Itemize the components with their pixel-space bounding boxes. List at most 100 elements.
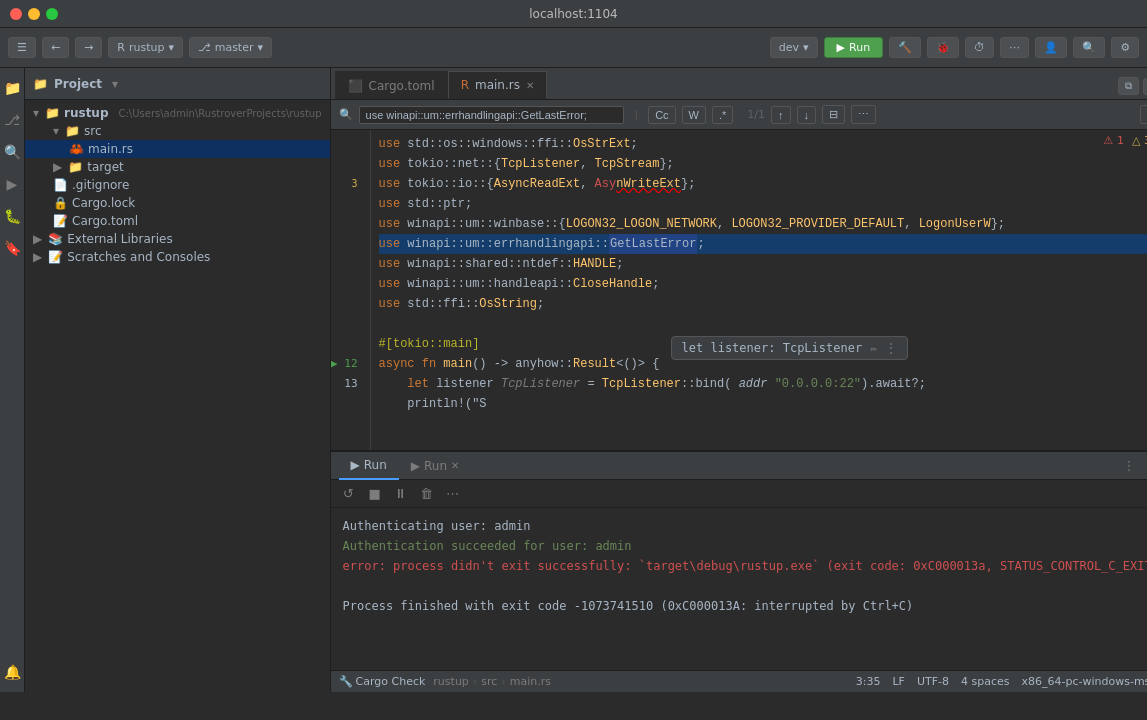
indent[interactable]: 4 spaces (961, 675, 1010, 688)
next-result-button[interactable]: ↓ (797, 106, 817, 124)
gutter-line-11 (331, 334, 364, 354)
project-selector[interactable]: R rustup ▾ (108, 37, 183, 58)
notification-icon[interactable]: 🔔 (0, 660, 24, 684)
panel-more-button[interactable]: ⋮ (1119, 456, 1139, 476)
tab2-close[interactable]: ✕ (451, 460, 459, 471)
position-label: 3:35 (856, 675, 881, 688)
more-button[interactable]: ⋯ (1000, 37, 1029, 58)
search-word-button[interactable]: W (682, 106, 706, 124)
more-run-options[interactable]: ⋯ (443, 484, 463, 504)
run-icon[interactable]: ▶ (0, 172, 24, 196)
settings-button[interactable]: ⚙ (1111, 37, 1139, 58)
forward-button[interactable]: → (75, 37, 102, 58)
maximize-button[interactable] (46, 8, 58, 20)
indent-label: 4 spaces (961, 675, 1010, 688)
breadcrumb-src[interactable]: src (481, 675, 497, 688)
output-line-5: Process finished with exit code -1073741… (343, 596, 1147, 616)
tree-item-mainrs[interactable]: 🦀 main.rs (25, 140, 330, 158)
commit-icon[interactable]: ⎇ (0, 108, 24, 132)
bottom-tab-run1[interactable]: ▶ Run (339, 452, 399, 480)
line-ending[interactable]: LF (892, 675, 904, 688)
breadcrumb: rustup › src › main.rs (433, 675, 551, 688)
minimize-button[interactable] (28, 8, 40, 20)
expand-icon: ▾ (33, 106, 39, 120)
filter-button[interactable]: ⊟ (822, 105, 845, 124)
tree-item-rustup[interactable]: ▾ 📁 rustup C:\Users\admin\RustroverProje… (25, 104, 330, 122)
platform[interactable]: x86_64-pc-windows-msvc (1022, 675, 1148, 688)
find-icon[interactable]: 🔍 (0, 140, 24, 164)
hamburger-menu[interactable]: ☰ (8, 37, 36, 58)
search-input[interactable] (359, 106, 625, 124)
pause-button[interactable]: ⏸ (391, 484, 411, 504)
platform-label: x86_64-pc-windows-msvc (1022, 675, 1148, 688)
project-panel-chevron[interactable]: ▾ (112, 77, 118, 91)
code-editor[interactable]: 3 ▶ 12 13 use std::os::windows::ffi::OsS… (331, 130, 1147, 450)
search-button[interactable]: 🔍 (1073, 37, 1105, 58)
project-icon[interactable]: 📁 (0, 76, 24, 100)
run-tab-label: Run (364, 458, 387, 472)
stop-button[interactable]: ■ (365, 484, 385, 504)
prev-result-button[interactable]: ↑ (771, 106, 791, 124)
tree-item-external-libs[interactable]: ▶ 📚 External Libraries (25, 230, 330, 248)
cursor-position[interactable]: 3:35 (856, 675, 881, 688)
code-line-13: let listener TcpListener = TcpListener::… (379, 374, 1147, 394)
breadcrumb-rustup[interactable]: rustup (433, 675, 469, 688)
tree-item-cargotoml[interactable]: 📝 Cargo.toml (25, 212, 330, 230)
tree-item-cargolock[interactable]: 🔒 Cargo.lock (25, 194, 330, 212)
more-options-button[interactable]: ⋯ (851, 105, 876, 124)
edit-tooltip-icon[interactable]: ✏ (870, 341, 877, 355)
build-button[interactable]: 🔨 (889, 37, 921, 58)
panel-hide-button[interactable]: ─ (1143, 456, 1147, 476)
tree-item-target[interactable]: ▶ 📁 target (25, 158, 330, 176)
code-line-8: use winapi::um::handleapi::CloseHandle; (379, 274, 1147, 294)
bookmark-icon[interactable]: 🔖 (0, 236, 24, 260)
search-icon: 🔍 (339, 108, 353, 121)
breadcrumb-mainrs[interactable]: main.rs (510, 675, 551, 688)
error-badge: ⚠ 1 △ 3 (1104, 134, 1147, 147)
project-chevron: ▾ (168, 41, 174, 54)
bottom-tab-run2[interactable]: ▶ Run ✕ (399, 452, 472, 480)
close-search-button[interactable]: ✕ (1140, 105, 1147, 124)
run-button[interactable]: ▶ Run (824, 37, 884, 58)
code-line-15 (379, 414, 1147, 434)
tab-main-rs[interactable]: R main.rs ✕ (448, 71, 548, 99)
tree-label: External Libraries (67, 232, 172, 246)
clear-button[interactable]: 🗑 (417, 484, 437, 504)
tree-label: Scratches and Consoles (67, 250, 210, 264)
tree-item-scratches[interactable]: ▶ 📝 Scratches and Consoles (25, 248, 330, 266)
tab-actions: ⧉ ⋯ (1118, 77, 1147, 95)
code-content[interactable]: use std::os::windows::ffi::OsStrExt; use… (371, 130, 1147, 450)
cargo-check-status[interactable]: 🔧 Cargo Check (339, 675, 426, 688)
tree-label: Cargo.lock (72, 196, 135, 210)
search-result-count: 1/1 (747, 108, 765, 121)
encoding[interactable]: UTF-8 (917, 675, 949, 688)
profile-button[interactable]: ⏱ (965, 37, 994, 58)
tooltip-text: let listener: TcpListener (682, 341, 863, 355)
restart-button[interactable]: ↺ (339, 484, 359, 504)
tab-close-icon[interactable]: ✕ (526, 80, 534, 91)
code-line-5: use winapi::um::winbase::{LOGON32_LOGON_… (379, 214, 1147, 234)
code-line-1: use std::os::windows::ffi::OsStrExt; (379, 134, 1147, 154)
split-editor-button[interactable]: ⧉ (1118, 77, 1139, 95)
more-tabs-button[interactable]: ⋯ (1143, 78, 1147, 95)
debug-icon[interactable]: 🐛 (0, 204, 24, 228)
debug-button[interactable]: 🐞 (927, 37, 959, 58)
tab-cargo-toml[interactable]: ⬛ Cargo.toml (335, 71, 448, 99)
tree-item-src[interactable]: ▾ 📁 src (25, 122, 330, 140)
account-button[interactable]: 👤 (1035, 37, 1067, 58)
branch-selector[interactable]: ⎇ master ▾ (189, 37, 272, 58)
search-regex-button[interactable]: .* (712, 106, 733, 124)
status-left: 🔧 Cargo Check rustup › src › main.rs (339, 675, 551, 688)
tree-item-gitignore[interactable]: 📄 .gitignore (25, 176, 330, 194)
gutter-line-13: 13 (331, 374, 364, 394)
dev-label: dev (779, 41, 799, 54)
window-title: localhost:1104 (529, 7, 617, 21)
close-button[interactable] (10, 8, 22, 20)
dev-selector[interactable]: dev ▾ (770, 37, 818, 58)
gutter-line-8 (331, 274, 364, 294)
project-panel-title: Project (54, 77, 102, 91)
titlebar: localhost:1104 (0, 0, 1147, 28)
back-button[interactable]: ← (42, 37, 69, 58)
more-tooltip-icon[interactable]: ⋮ (885, 341, 897, 355)
search-case-button[interactable]: Cc (648, 106, 675, 124)
